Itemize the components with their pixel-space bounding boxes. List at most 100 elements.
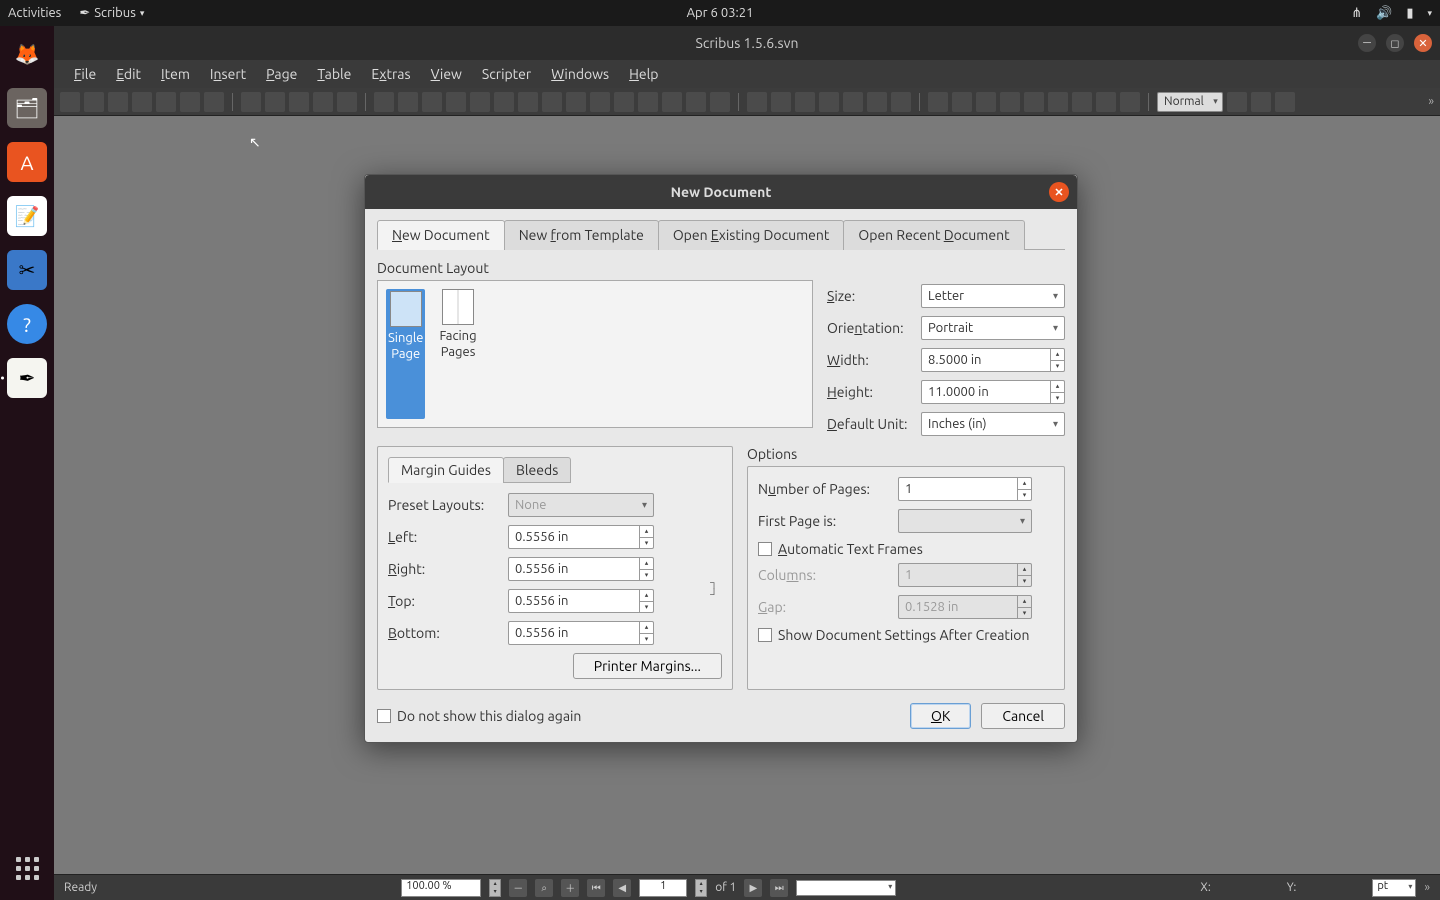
tb-pdf-list-icon[interactable] bbox=[1048, 92, 1068, 112]
tb-pdf-text-icon[interactable] bbox=[1000, 92, 1020, 112]
tb-line-icon[interactable] bbox=[590, 92, 610, 112]
dont-show-again-check[interactable]: Do not show this dialog again bbox=[377, 708, 581, 724]
menu-table[interactable]: Table bbox=[307, 62, 361, 86]
tb-copyprops-icon[interactable] bbox=[867, 92, 887, 112]
tb-new-icon[interactable] bbox=[60, 92, 80, 112]
page-stepper[interactable]: ▴▾ bbox=[695, 879, 707, 897]
window-close-button[interactable]: ✕ bbox=[1414, 34, 1432, 52]
margin-left-input[interactable]: 0.5556 in▴▾ bbox=[508, 525, 654, 549]
tb-undo-icon[interactable] bbox=[241, 92, 261, 112]
menu-insert[interactable]: Insert bbox=[200, 62, 256, 86]
tb-print-icon[interactable] bbox=[156, 92, 176, 112]
layout-single-page[interactable]: Single Page bbox=[386, 289, 425, 419]
tb-pdf-button-icon[interactable] bbox=[928, 92, 948, 112]
dock-text-editor[interactable]: 📝 bbox=[7, 196, 47, 236]
menu-item[interactable]: Item bbox=[151, 62, 200, 86]
tb-measure-icon[interactable] bbox=[843, 92, 863, 112]
tb-copy-icon[interactable] bbox=[313, 92, 333, 112]
clock[interactable]: Apr 6 03:21 bbox=[687, 6, 754, 20]
npages-input[interactable]: 1▴▾ bbox=[898, 477, 1032, 501]
tb-shape-icon[interactable] bbox=[494, 92, 514, 112]
tb-render-icon[interactable] bbox=[446, 92, 466, 112]
tb-pdf-3d-icon[interactable] bbox=[1120, 92, 1140, 112]
tb-paste-icon[interactable] bbox=[337, 92, 357, 112]
dock-show-apps[interactable] bbox=[7, 848, 47, 888]
menu-windows[interactable]: Windows bbox=[541, 62, 619, 86]
tb-calligraphic-icon[interactable] bbox=[662, 92, 682, 112]
tb-pdf-combo-icon[interactable] bbox=[1024, 92, 1044, 112]
next-page-icon[interactable]: ▶ bbox=[744, 879, 762, 897]
auto-text-frames-check[interactable]: Automatic Text Frames bbox=[758, 541, 1054, 557]
menu-edit[interactable]: Edit bbox=[106, 62, 151, 86]
tab-open-recent[interactable]: Open Recent Document bbox=[843, 220, 1024, 250]
cancel-button[interactable]: Cancel bbox=[981, 703, 1065, 729]
last-page-icon[interactable]: ⏭ bbox=[770, 879, 788, 897]
margin-top-input[interactable]: 0.5556 in▴▾ bbox=[508, 589, 654, 613]
tb-cut-icon[interactable] bbox=[289, 92, 309, 112]
tab-new-from-template[interactable]: New from Template bbox=[504, 220, 659, 250]
link-margins-toggle[interactable]: ┐┘ bbox=[706, 577, 722, 601]
subtab-bleeds[interactable]: Bleeds bbox=[503, 457, 571, 483]
app-menu[interactable]: ✒ Scribus ▾ bbox=[79, 6, 144, 21]
layout-facing-pages[interactable]: Facing Pages bbox=[439, 289, 476, 419]
zoom-reset-icon[interactable]: ⌕ bbox=[535, 879, 553, 897]
tb-rotate-icon[interactable] bbox=[686, 92, 706, 112]
dock-scribus[interactable]: ✒ bbox=[7, 358, 47, 398]
orientation-combo[interactable]: Portrait bbox=[921, 316, 1065, 340]
tb-preview-icon[interactable] bbox=[1251, 92, 1271, 112]
tb-freehand-icon[interactable] bbox=[638, 92, 658, 112]
prev-page-icon[interactable]: ◀ bbox=[613, 879, 631, 897]
subtab-margin-guides[interactable]: Margin Guides bbox=[388, 457, 504, 483]
tb-linkframe-icon[interactable] bbox=[795, 92, 815, 112]
toolbar-overflow-icon[interactable]: » bbox=[1428, 95, 1434, 108]
tb-select-icon[interactable] bbox=[374, 92, 394, 112]
zoom-stepper[interactable]: ▴▾ bbox=[489, 879, 501, 897]
tb-spiral-icon[interactable] bbox=[566, 92, 586, 112]
tb-open-icon[interactable] bbox=[84, 92, 104, 112]
tb-bezier-icon[interactable] bbox=[614, 92, 634, 112]
menu-extras[interactable]: Extras bbox=[361, 62, 420, 86]
ok-button[interactable]: OK bbox=[910, 703, 971, 729]
margin-bottom-input[interactable]: 0.5556 in▴▾ bbox=[508, 621, 654, 645]
tb-pdf-annot-icon[interactable] bbox=[1072, 92, 1092, 112]
unit-status-combo[interactable]: pt bbox=[1372, 879, 1416, 897]
tb-edittext-icon[interactable] bbox=[747, 92, 767, 112]
window-maximize-button[interactable]: ◻ bbox=[1386, 34, 1404, 52]
volume-icon[interactable]: 🔊 bbox=[1376, 6, 1392, 21]
dock-help[interactable]: ? bbox=[7, 304, 47, 344]
size-combo[interactable]: Letter bbox=[921, 284, 1065, 308]
show-settings-check[interactable]: Show Document Settings After Creation bbox=[758, 627, 1054, 643]
tb-pdf-icon[interactable] bbox=[204, 92, 224, 112]
printer-margins-button[interactable]: Printer Margins... bbox=[573, 653, 722, 679]
dialog-close-button[interactable]: ✕ bbox=[1049, 182, 1069, 202]
margin-right-input[interactable]: 0.5556 in▴▾ bbox=[508, 557, 654, 581]
menu-help[interactable]: Help bbox=[619, 62, 668, 86]
zoom-input[interactable]: 100.00 % bbox=[401, 879, 481, 897]
tb-unlinkframe-icon[interactable] bbox=[819, 92, 839, 112]
menu-view[interactable]: View bbox=[421, 62, 472, 86]
window-minimize-button[interactable]: ─ bbox=[1358, 34, 1376, 52]
tb-storyeditor-icon[interactable] bbox=[771, 92, 791, 112]
tb-polygon-icon[interactable] bbox=[518, 92, 538, 112]
statusbar-overflow-icon[interactable]: » bbox=[1424, 881, 1430, 894]
tab-new-document[interactable]: New Document bbox=[377, 220, 505, 250]
width-input[interactable]: 8.5000 in▴▾ bbox=[921, 348, 1065, 372]
dock-screenshot[interactable]: ✂ bbox=[7, 250, 47, 290]
first-page-icon[interactable]: ⏮ bbox=[587, 879, 605, 897]
tb-pdf-radio-icon[interactable] bbox=[976, 92, 996, 112]
layer-combo[interactable] bbox=[796, 880, 896, 896]
menu-file[interactable]: File bbox=[64, 62, 106, 86]
battery-icon[interactable]: ▮ bbox=[1406, 6, 1413, 21]
dock-files[interactable]: 🗂 bbox=[7, 88, 47, 128]
zoom-in-icon[interactable]: ＋ bbox=[561, 879, 579, 897]
tb-imageframe-icon[interactable] bbox=[422, 92, 442, 112]
view-mode-combo[interactable]: Normal bbox=[1157, 92, 1223, 112]
menu-scripter[interactable]: Scripter bbox=[472, 62, 541, 86]
current-page-input[interactable]: 1 bbox=[639, 879, 687, 897]
tb-table-icon[interactable] bbox=[470, 92, 490, 112]
tb-cms-icon[interactable] bbox=[1227, 92, 1247, 112]
network-icon[interactable]: ⋔ bbox=[1351, 6, 1362, 21]
tb-arc-icon[interactable] bbox=[542, 92, 562, 112]
tb-editmode-icon[interactable] bbox=[1275, 92, 1295, 112]
tb-redo-icon[interactable] bbox=[265, 92, 285, 112]
